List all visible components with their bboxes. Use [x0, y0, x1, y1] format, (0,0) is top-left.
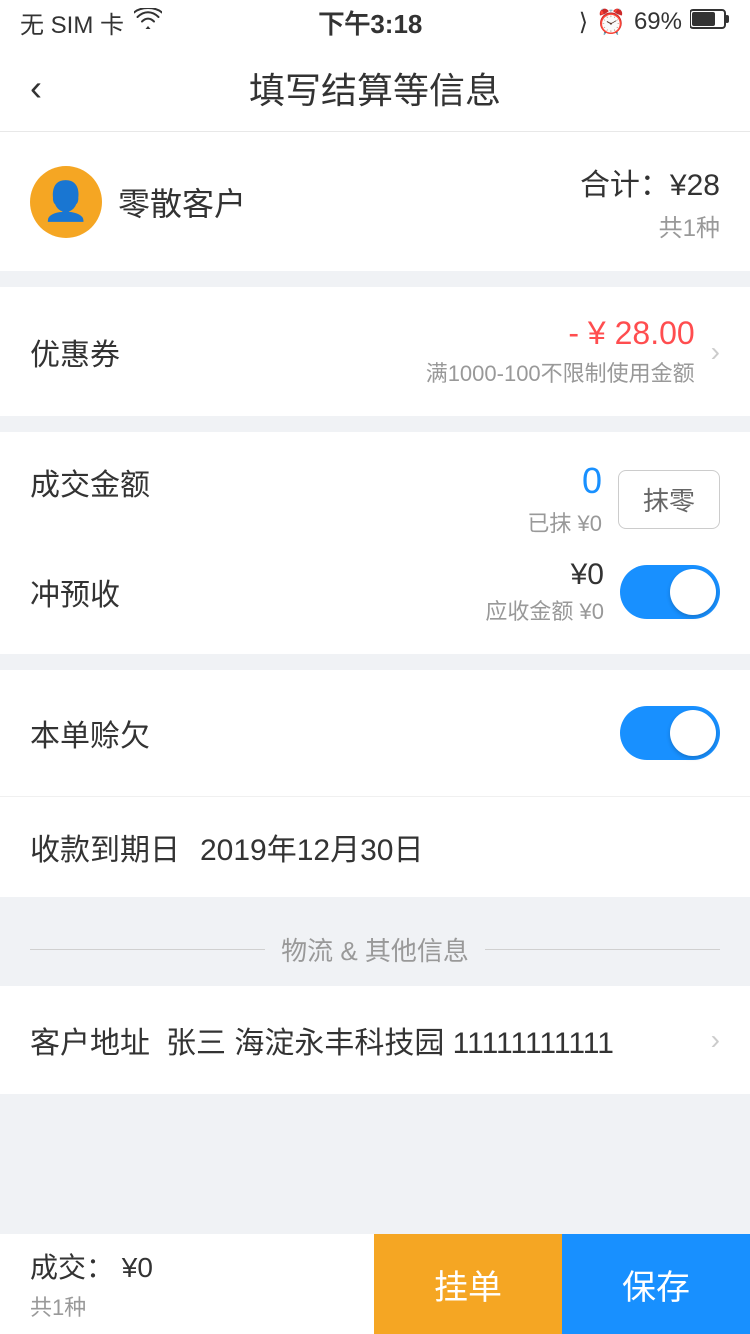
customer-info: 👤 零散客户 — [30, 166, 246, 238]
toggle-knob — [670, 569, 716, 615]
bottom-count: 共1种 — [30, 1290, 344, 1322]
due-date-row: 收款到期日 2019年12月30日 — [0, 796, 750, 897]
total-count: 共1种 — [580, 208, 720, 243]
battery-percent: 69% — [634, 8, 682, 36]
status-left: 无 SIM 卡 — [20, 5, 162, 40]
coupon-right: - ¥ 28.00 满1000-100不限制使用金额 › — [426, 315, 720, 388]
address-left: 客户地址 张三 海淀永丰科技园 11111111111 — [30, 1018, 614, 1062]
status-time: 下午3:18 — [318, 4, 422, 41]
coupon-desc: 满1000-100不限制使用金额 — [426, 356, 695, 388]
prepayment-toggle[interactable] — [620, 565, 720, 619]
address-label: 客户地址 — [30, 1018, 150, 1062]
bottom-info: 成交： ¥0 共1种 — [0, 1234, 374, 1334]
bottom-bar: 成交： ¥0 共1种 挂单 保存 — [0, 1234, 750, 1334]
customer-name: 零散客户 — [118, 179, 246, 225]
prepayment-desc: 应收金额 ¥0 — [485, 594, 604, 626]
already-offset: 已抹 ¥0 — [527, 506, 602, 538]
transaction-label: 成交金额 — [30, 460, 150, 504]
address-section: 客户地址 张三 海淀永丰科技园 11111111111 › — [0, 986, 750, 1094]
logistics-line-right — [485, 949, 720, 950]
customer-section: 👤 零散客户 合计：¥28 共1种 — [0, 132, 750, 271]
back-button[interactable]: ‹ — [30, 67, 42, 109]
due-date-label: 收款到期日 — [30, 825, 180, 869]
status-right: ⟩ ⏰ 69% — [579, 8, 730, 37]
customer-row: 👤 零散客户 合计：¥28 共1种 — [0, 132, 750, 271]
status-bar: 无 SIM 卡 下午3:18 ⟩ ⏰ 69% — [0, 0, 750, 44]
transaction-row: 成交金额 0 已抹 ¥0 抹零 — [0, 432, 750, 548]
coupon-section: 优惠券 - ¥ 28.00 满1000-100不限制使用金额 › — [0, 287, 750, 416]
pending-button[interactable]: 挂单 — [374, 1234, 562, 1334]
alarm-icon: ⏰ — [596, 8, 626, 37]
debt-toggle-knob — [670, 710, 716, 756]
chevron-right-icon: › — [711, 336, 720, 368]
location-icon: ⟩ — [579, 8, 588, 37]
prepayment-amount: ¥0 — [485, 558, 604, 592]
nav-bar: ‹ 填写结算等信息 — [0, 44, 750, 132]
prepayment-value-block: ¥0 应收金额 ¥0 — [485, 558, 604, 626]
debt-label: 本单赊欠 — [30, 711, 150, 755]
transaction-right: 0 已抹 ¥0 抹零 — [527, 460, 720, 538]
logistics-header: 物流 & 其他信息 — [0, 913, 750, 986]
customer-right: 合计：¥28 共1种 — [580, 160, 720, 243]
bottom-transaction: 成交： ¥0 — [30, 1246, 344, 1286]
avatar-icon: 👤 — [42, 180, 89, 224]
save-button[interactable]: 保存 — [562, 1234, 750, 1334]
debt-section: 本单赊欠 收款到期日 2019年12月30日 — [0, 670, 750, 897]
avatar: 👤 — [30, 166, 102, 238]
amount-block: 0 已抹 ¥0 — [527, 460, 602, 538]
coupon-amount: - ¥ 28.00 — [426, 315, 695, 352]
transaction-section: 成交金额 0 已抹 ¥0 抹零 冲预收 ¥0 应收金额 ¥0 — [0, 432, 750, 654]
battery-icon — [690, 8, 730, 37]
wifi-icon — [134, 8, 162, 37]
prepayment-right: ¥0 应收金额 ¥0 — [485, 558, 720, 626]
debt-row: 本单赊欠 — [0, 670, 750, 796]
prepayment-label: 冲预收 — [30, 570, 120, 614]
coupon-row[interactable]: 优惠券 - ¥ 28.00 满1000-100不限制使用金额 › — [0, 287, 750, 416]
bottom-transaction-label: 成交： — [30, 1252, 114, 1283]
coupon-value-block: - ¥ 28.00 满1000-100不限制使用金额 — [426, 315, 695, 388]
coupon-label: 优惠券 — [30, 330, 120, 374]
address-chevron-icon: › — [711, 1024, 720, 1056]
address-value: 张三 海淀永丰科技园 11111111111 — [166, 1018, 614, 1062]
total-amount: 合计：¥28 — [580, 160, 720, 204]
round-off-button[interactable]: 抹零 — [618, 470, 720, 529]
prepayment-row: 冲预收 ¥0 应收金额 ¥0 — [0, 548, 750, 654]
page-title: 填写结算等信息 — [249, 62, 501, 114]
bottom-transaction-value: ¥0 — [122, 1252, 153, 1283]
address-row[interactable]: 客户地址 张三 海淀永丰科技园 11111111111 › — [0, 986, 750, 1094]
logistics-label: 物流 & 其他信息 — [281, 931, 469, 968]
due-date-value[interactable]: 2019年12月30日 — [200, 825, 423, 869]
sim-signal: 无 SIM 卡 — [20, 5, 124, 40]
debt-toggle[interactable] — [620, 706, 720, 760]
transaction-value[interactable]: 0 — [527, 460, 602, 502]
logistics-line-left — [30, 949, 265, 950]
